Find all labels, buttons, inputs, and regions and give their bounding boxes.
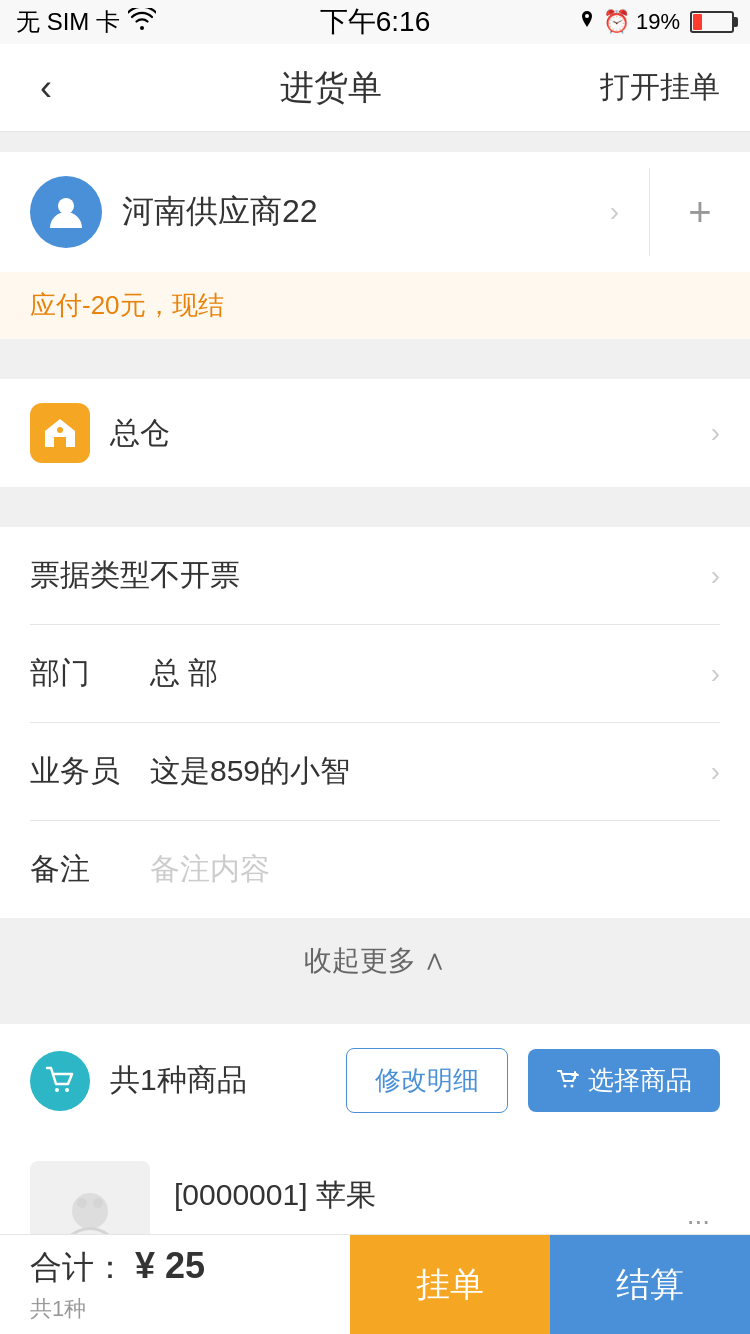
- svg-point-6: [564, 1084, 567, 1087]
- separator-2: [0, 339, 750, 359]
- status-bar: 无 SIM 卡 下午6:16 ⏰ 19%: [0, 0, 750, 44]
- cart-icon: [43, 1064, 77, 1098]
- warehouse-selector[interactable]: 总仓 ›: [0, 379, 750, 487]
- pending-button[interactable]: 挂单: [350, 1235, 550, 1334]
- footer-total-amount: 合计： ¥ 25: [30, 1245, 320, 1290]
- product-code: [0000001]: [174, 1178, 307, 1211]
- battery-label: 19%: [636, 9, 680, 35]
- total-label: 合计：: [30, 1249, 126, 1285]
- svg-point-12: [93, 1198, 103, 1208]
- invoice-type-value: 不开票: [150, 555, 711, 596]
- total-value: ¥ 25: [135, 1245, 205, 1286]
- department-label: 部门: [30, 653, 150, 694]
- warehouse-icon-wrap: [30, 403, 90, 463]
- select-product-button[interactable]: 选择商品: [528, 1049, 720, 1112]
- location-icon: [577, 9, 597, 35]
- chevron-right-icon-2: ›: [711, 417, 720, 449]
- salesman-value: 这是859的小智: [150, 751, 711, 792]
- chevron-right-icon-3: ›: [711, 560, 720, 592]
- product-icon-wrap: [30, 1051, 90, 1111]
- svg-point-4: [55, 1088, 59, 1092]
- cart-plus-icon: [556, 1069, 580, 1093]
- page-title: 进货单: [280, 65, 382, 111]
- svg-point-10: [72, 1193, 108, 1229]
- supplier-section: 河南供应商22 › +: [0, 152, 750, 272]
- footer-total-count: 共1种: [30, 1294, 320, 1324]
- svg-point-1: [58, 198, 74, 214]
- supplier-name: 河南供应商22: [122, 190, 590, 234]
- salesman-row[interactable]: 业务员 这是859的小智 ›: [0, 723, 750, 820]
- supplier-avatar: [30, 176, 102, 248]
- invoice-type-row[interactable]: 票据类型 不开票 ›: [0, 527, 750, 624]
- remark-row[interactable]: 备注 备注内容: [0, 821, 750, 918]
- svg-point-3: [57, 427, 63, 433]
- separator-1: [0, 132, 750, 152]
- svg-point-11: [77, 1198, 87, 1208]
- add-button[interactable]: +: [650, 152, 750, 272]
- chevron-right-icon-5: ›: [711, 756, 720, 788]
- footer-total: 合计： ¥ 25 共1种: [0, 1235, 350, 1334]
- collapse-label: 收起更多 ∧: [304, 942, 447, 980]
- warehouse-name: 总仓: [110, 413, 691, 454]
- person-icon: [46, 192, 86, 232]
- warehouse-icon: [42, 415, 78, 451]
- open-pending-button[interactable]: 打开挂单: [600, 67, 720, 108]
- product-count-label: 共1种商品: [110, 1060, 326, 1101]
- svg-point-5: [65, 1088, 69, 1092]
- status-left: 无 SIM 卡: [16, 6, 156, 38]
- product-title: 苹果: [316, 1178, 376, 1211]
- department-row[interactable]: 部门 总 部 ›: [0, 625, 750, 722]
- alarm-icon: ⏰: [603, 9, 630, 35]
- separator-3: [0, 487, 750, 507]
- battery-icon: [690, 11, 734, 33]
- warning-banner: 应付-20元，现结: [0, 272, 750, 339]
- modify-detail-button[interactable]: 修改明细: [346, 1048, 508, 1113]
- svg-point-0: [585, 14, 589, 18]
- status-right: ⏰ 19%: [577, 9, 734, 35]
- warehouse-section: 总仓 ›: [0, 379, 750, 487]
- remark-placeholder: 备注内容: [150, 849, 720, 890]
- plus-icon: +: [688, 190, 711, 235]
- carrier-label: 无 SIM 卡: [16, 6, 120, 38]
- select-product-label: 选择商品: [588, 1063, 692, 1098]
- remark-label: 备注: [30, 849, 150, 890]
- product-name: [0000001] 苹果: [174, 1175, 653, 1216]
- form-section: 票据类型 不开票 › 部门 总 部 › 业务员 这是859的小智 › 备注 备注…: [0, 527, 750, 918]
- settle-button[interactable]: 结算: [550, 1235, 750, 1334]
- chevron-right-icon: ›: [610, 196, 619, 228]
- warning-text: 应付-20元，现结: [30, 290, 224, 320]
- svg-rect-2: [54, 437, 66, 447]
- svg-point-7: [571, 1084, 574, 1087]
- nav-bar: ‹ 进货单 打开挂单: [0, 44, 750, 132]
- product-header: 共1种商品 修改明细 选择商品: [0, 1024, 750, 1137]
- chevron-right-icon-4: ›: [711, 658, 720, 690]
- department-value: 总 部: [150, 653, 711, 694]
- status-time: 下午6:16: [320, 3, 431, 41]
- back-button[interactable]: ‹: [30, 57, 62, 119]
- salesman-label: 业务员: [30, 751, 150, 792]
- wifi-icon: [128, 8, 156, 36]
- footer: 合计： ¥ 25 共1种 挂单 结算: [0, 1234, 750, 1334]
- supplier-selector[interactable]: 河南供应商22 ›: [0, 152, 649, 272]
- invoice-type-label: 票据类型: [30, 555, 150, 596]
- collapse-button[interactable]: 收起更多 ∧: [0, 918, 750, 1004]
